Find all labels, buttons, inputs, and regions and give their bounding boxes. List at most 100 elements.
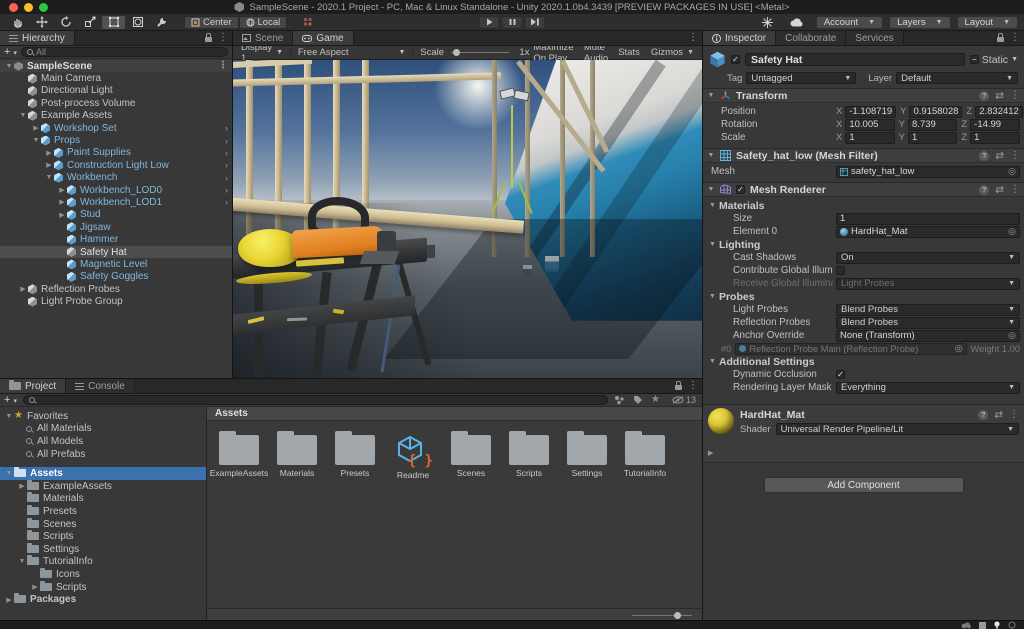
prefab-open-arrow[interactable]: › xyxy=(225,185,228,195)
mesh-object-field[interactable]: safety_hat_low◎ xyxy=(836,166,1020,178)
rotate-tool-button[interactable] xyxy=(54,16,77,29)
foldout-open-icon[interactable]: ▼ xyxy=(4,413,14,420)
label-filter-icon[interactable] xyxy=(633,395,643,405)
transform-tool-button[interactable] xyxy=(126,16,149,29)
favorites-item[interactable]: All Materials xyxy=(0,423,206,436)
cloud-status-icon[interactable] xyxy=(961,622,971,629)
asset-zoom-slider[interactable] xyxy=(632,615,692,616)
layers-dropdown[interactable]: Layers▼ xyxy=(889,16,950,29)
scene-menu-icon[interactable]: ⋮ xyxy=(218,61,228,71)
tree-folder[interactable]: Settings xyxy=(0,543,206,556)
hierarchy-search[interactable] xyxy=(21,47,228,57)
object-picker-icon[interactable]: ◎ xyxy=(1008,330,1016,341)
light-bake-icon[interactable] xyxy=(994,621,1000,629)
gizmos-dropdown[interactable]: Gizmos▼ xyxy=(648,47,697,58)
foldout-open-icon[interactable]: ▼ xyxy=(707,92,715,99)
package-filter-icon[interactable] xyxy=(614,395,625,405)
position-x-field[interactable]: -1.108719 xyxy=(845,106,896,118)
light-probes-dropdown[interactable]: Blend Probes▼ xyxy=(836,304,1020,316)
hierarchy-item[interactable]: ▶Paint Supplies› xyxy=(0,147,232,159)
hierarchy-item[interactable]: ▼Props› xyxy=(0,134,232,146)
cast-shadows-dropdown[interactable]: On▼ xyxy=(836,252,1020,264)
assets-root-selected[interactable]: ▼Assets xyxy=(0,467,206,480)
rect-tool-button[interactable] xyxy=(102,16,125,29)
hierarchy-item[interactable]: ▼Example Assets xyxy=(0,110,232,122)
progress-activity-icon[interactable] xyxy=(756,16,779,29)
tab-game[interactable]: Game xyxy=(293,31,353,45)
favorites-item[interactable]: All Models xyxy=(0,435,206,448)
hidden-packages-toggle[interactable]: 13 xyxy=(672,395,696,405)
foldout-open-icon[interactable]: ▼ xyxy=(707,152,715,159)
layer-dropdown[interactable]: Default▼ xyxy=(896,72,1018,84)
additional-settings-foldout[interactable]: ▼Additional Settings xyxy=(707,355,1020,368)
scale-x-field[interactable]: 1 xyxy=(845,132,894,144)
material-preview-expander[interactable]: ▶ xyxy=(708,449,1019,457)
hierarchy-item[interactable]: ▶Reflection Probes xyxy=(0,283,232,295)
lock-icon[interactable] xyxy=(675,385,682,390)
foldout-open-icon[interactable]: ▼ xyxy=(17,558,27,565)
create-asset-button[interactable]: + ▾ xyxy=(4,395,17,406)
scale-slider[interactable] xyxy=(451,52,509,53)
foldout-open-icon[interactable]: ▼ xyxy=(4,470,14,477)
mesh-renderer-checkbox[interactable]: ✓ xyxy=(736,185,745,194)
hierarchy-item[interactable]: Main Camera xyxy=(0,72,232,84)
hierarchy-item[interactable]: Light Probe Group xyxy=(0,295,232,307)
hierarchy-item[interactable]: Safety Goggles xyxy=(0,271,232,283)
panel-menu-icon[interactable]: ⋮ xyxy=(688,381,698,391)
tab-services[interactable]: Services xyxy=(846,31,903,45)
foldout-closed-icon[interactable]: ▶ xyxy=(57,198,67,206)
tree-folder[interactable]: Scripts xyxy=(0,530,206,543)
pause-button[interactable] xyxy=(502,16,523,29)
foldout-closed-icon[interactable]: ▶ xyxy=(44,161,54,169)
rotation-y-field[interactable]: 8.739 xyxy=(908,119,957,131)
mesh-filter-header[interactable]: ▼ Safety_hat_low (Mesh Filter) ?⇄⋮ xyxy=(703,148,1024,163)
panel-menu-icon[interactable]: ⋮ xyxy=(1010,33,1020,43)
help-icon[interactable]: ? xyxy=(978,410,988,420)
account-dropdown[interactable]: Account▼ xyxy=(816,16,883,29)
lock-icon[interactable] xyxy=(997,37,1004,42)
scale-tool-button[interactable] xyxy=(78,16,101,29)
foldout-open-icon[interactable]: ▼ xyxy=(18,112,28,119)
project-search[interactable] xyxy=(23,395,608,405)
asset-folder-tile[interactable]: Scripts xyxy=(507,435,551,478)
presets-icon[interactable]: ⇄ xyxy=(994,409,1003,421)
prefab-open-arrow[interactable]: › xyxy=(225,160,228,170)
hierarchy-item[interactable]: ▶Stud xyxy=(0,209,232,221)
rendering-layer-dropdown[interactable]: Everything▼ xyxy=(836,382,1020,394)
help-icon[interactable]: ? xyxy=(979,151,989,161)
progress-spinner-icon[interactable] xyxy=(1008,621,1016,629)
object-picker-icon[interactable]: ◎ xyxy=(1008,226,1016,237)
stats-toggle[interactable]: Stats xyxy=(618,47,640,58)
tab-console[interactable]: Console xyxy=(66,379,135,393)
tree-folder[interactable]: ▶ExampleAssets xyxy=(0,480,206,493)
tree-folder[interactable]: Scenes xyxy=(0,518,206,531)
tab-scene[interactable]: Scene xyxy=(233,31,293,45)
asset-folder-tile[interactable]: Settings xyxy=(565,435,609,478)
hierarchy-item[interactable]: Hammer xyxy=(0,233,232,245)
foldout-open-icon[interactable]: ▼ xyxy=(4,63,14,70)
help-icon[interactable]: ? xyxy=(979,185,989,195)
custom-tool-button[interactable] xyxy=(150,16,173,29)
component-menu-icon[interactable]: ⋮ xyxy=(1010,185,1020,195)
hierarchy-item[interactable]: Post-process Volume xyxy=(0,97,232,109)
help-icon[interactable]: ? xyxy=(979,91,989,101)
presets-icon[interactable]: ⇄ xyxy=(995,184,1004,196)
orientation-toggle-button[interactable]: Local xyxy=(239,16,288,29)
tab-project[interactable]: Project xyxy=(0,379,66,393)
add-component-button[interactable]: Add Component xyxy=(764,477,964,493)
asset-folder-tile[interactable]: Scenes xyxy=(449,435,493,478)
favorites-item[interactable]: All Prefabs xyxy=(0,448,206,461)
cloud-collab-icon[interactable] xyxy=(786,16,809,29)
hand-tool-button[interactable] xyxy=(6,16,29,29)
layout-dropdown[interactable]: Layout▼ xyxy=(957,16,1018,29)
foldout-open-icon[interactable]: ▼ xyxy=(31,137,41,144)
anchor-override-field[interactable]: None (Transform)◎ xyxy=(836,330,1020,342)
lock-icon[interactable] xyxy=(205,37,212,42)
foldout-closed-icon[interactable]: ▶ xyxy=(4,596,14,604)
rotation-z-field[interactable]: -14.99 xyxy=(970,119,1020,131)
presets-icon[interactable]: ⇄ xyxy=(995,150,1004,162)
minimize-button[interactable] xyxy=(24,3,33,12)
component-menu-icon[interactable]: ⋮ xyxy=(1010,151,1020,161)
foldout-closed-icon[interactable]: ▶ xyxy=(31,124,41,132)
material-element-field[interactable]: HardHat_Mat◎ xyxy=(836,226,1020,238)
